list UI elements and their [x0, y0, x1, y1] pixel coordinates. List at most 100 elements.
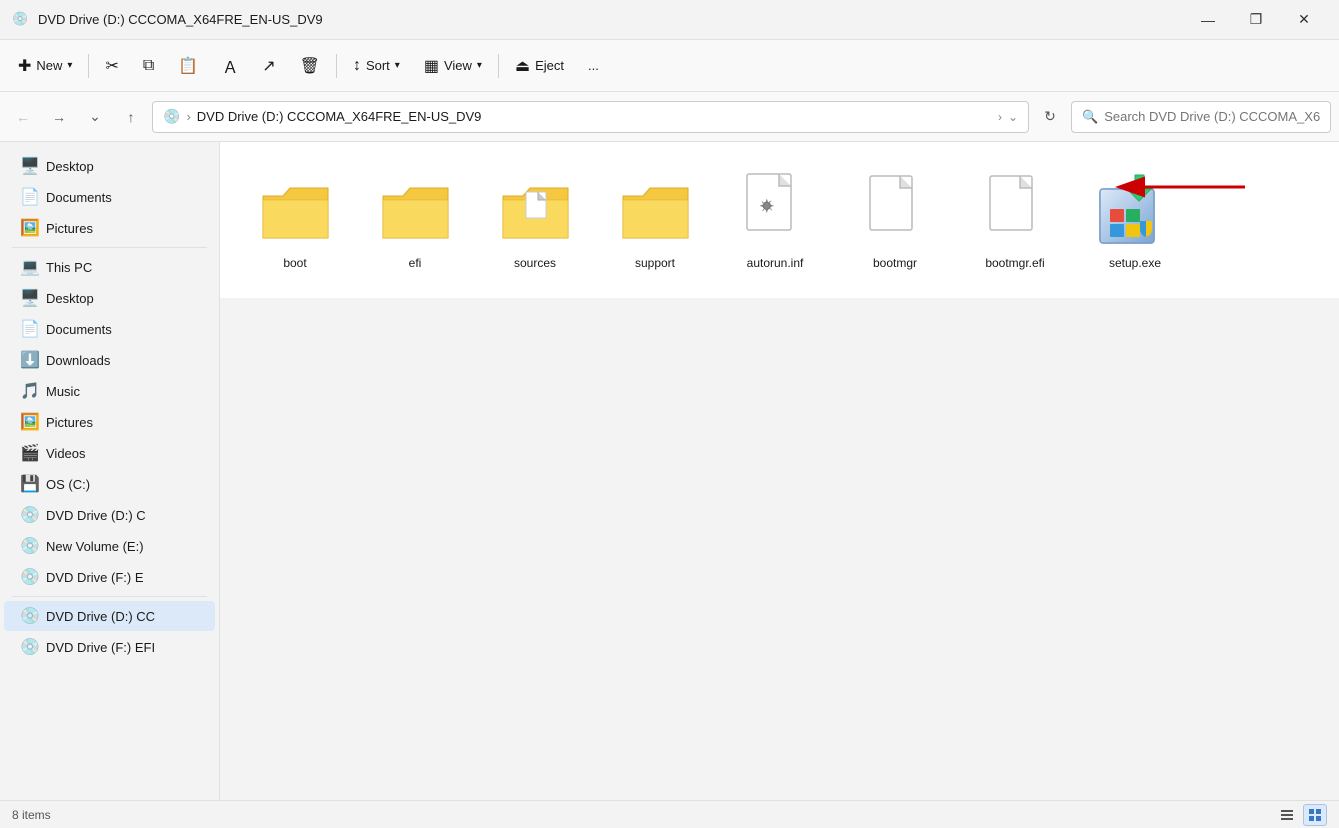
delete-button[interactable]: 🗑 [290, 48, 330, 84]
new-button[interactable]: ✚ New ▾ [8, 48, 82, 84]
sidebar-item-dvd-efi[interactable]: 💿 DVD Drive (F:) EFI [4, 632, 215, 662]
sidebar-item-dvd-f[interactable]: 💿 DVD Drive (F:) E [4, 562, 215, 592]
sort-button[interactable]: ↕ Sort ▾ [343, 48, 410, 84]
sidebar-item-documents-pc[interactable]: 📄 Documents [4, 314, 215, 344]
pictures-icon: 🖼️ [20, 218, 38, 238]
up-button[interactable]: ↑ [116, 102, 146, 132]
item-count: 8 items [12, 808, 51, 822]
boot-folder-icon [255, 170, 335, 250]
eject-button[interactable]: ⏏ Eject [505, 48, 574, 84]
sidebar-item-this-pc[interactable]: 💻 This PC [4, 252, 215, 282]
bootmgr-efi-file-icon [975, 170, 1055, 250]
copy-button[interactable]: ⧉ [133, 48, 164, 84]
sidebar-item-desktop[interactable]: 🖥️ Desktop [4, 151, 215, 181]
setup-file-icon [1095, 170, 1175, 250]
file-item-efi[interactable]: efi [360, 162, 470, 278]
address-path-bar[interactable]: 💿 › DVD Drive (D:) CCCOMA_X64FRE_EN-US_D… [152, 101, 1029, 133]
sidebar-item-documents[interactable]: 📄 Documents [4, 182, 215, 212]
sidebar-label-downloads: Downloads [46, 353, 110, 368]
file-item-sources[interactable]: sources [480, 162, 590, 278]
new-volume-e-icon: 💿 [20, 536, 38, 556]
sidebar-label-this-pc: This PC [46, 260, 92, 275]
support-folder-icon [615, 170, 695, 250]
sidebar-label-dvd-d-selected: DVD Drive (D:) CC [46, 609, 155, 624]
path-text: DVD Drive (D:) CCCOMA_X64FRE_EN-US_DV9 [197, 109, 992, 124]
sidebar-item-os-c[interactable]: 💾 OS (C:) [4, 469, 215, 499]
list-view-button[interactable] [1275, 804, 1299, 826]
sidebar-item-pictures[interactable]: 🖼️ Pictures [4, 213, 215, 243]
cut-button[interactable]: ✂ [95, 48, 128, 84]
new-dropdown-icon: ▾ [67, 60, 72, 71]
sidebar-label-pictures: Pictures [46, 221, 93, 236]
sidebar-label-music: Music [46, 384, 80, 399]
sidebar-label-dvd-f: DVD Drive (F:) E [46, 570, 144, 585]
this-pc-icon: 💻 [20, 257, 38, 277]
file-item-bootmgr-efi[interactable]: bootmgr.efi [960, 162, 1070, 278]
bootmgr-file-icon [855, 170, 935, 250]
list-view-icon [1280, 808, 1294, 822]
search-input[interactable] [1104, 109, 1320, 124]
sidebar-item-videos[interactable]: 🎬 Videos [4, 438, 215, 468]
path-dropdown-icon[interactable]: ⌄ [1008, 110, 1018, 124]
maximize-button[interactable]: ❐ [1233, 4, 1279, 36]
file-item-boot[interactable]: boot [240, 162, 350, 278]
sidebar: 🖥️ Desktop 📄 Documents 🖼️ Pictures 💻 Thi… [0, 142, 220, 800]
grid-view-icon [1308, 808, 1322, 822]
sidebar-label-documents-pc: Documents [46, 322, 112, 337]
path-drive-icon: 💿 [163, 108, 180, 125]
sidebar-item-dvd-d[interactable]: 💿 DVD Drive (D:) C [4, 500, 215, 530]
sidebar-label-pictures-pc: Pictures [46, 415, 93, 430]
dvd-f-icon: 💿 [20, 567, 38, 587]
back-button[interactable]: ← [8, 102, 38, 132]
sources-label: sources [514, 256, 556, 270]
path-separator-1: › [186, 109, 190, 124]
grid-view-button[interactable] [1303, 804, 1327, 826]
main-content: 🖥️ Desktop 📄 Documents 🖼️ Pictures 💻 Thi… [0, 142, 1339, 800]
view-button[interactable]: ▦ View ▾ [414, 48, 492, 84]
toolbar: ✚ New ▾ ✂ ⧉ 📋 Ａ ↗ 🗑 ↕ Sort ▾ ▦ View ▾ ⏏ … [0, 40, 1339, 92]
sidebar-divider-2 [12, 596, 207, 597]
sidebar-label-new-volume-e: New Volume (E:) [46, 539, 144, 554]
bootmgr-efi-label: bootmgr.efi [985, 256, 1044, 270]
documents-pc-icon: 📄 [20, 319, 38, 339]
share-icon: ↗ [262, 56, 275, 76]
music-icon: 🎵 [20, 381, 38, 401]
status-bar: 8 items [0, 800, 1339, 828]
file-item-autorun[interactable]: autorun.inf [720, 162, 830, 278]
sidebar-label-os-c: OS (C:) [46, 477, 90, 492]
copy-icon: ⧉ [143, 57, 154, 75]
window-controls: — ❐ ✕ [1185, 4, 1327, 36]
sidebar-item-desktop-pc[interactable]: 🖥️ Desktop [4, 283, 215, 313]
close-button[interactable]: ✕ [1281, 4, 1327, 36]
search-box[interactable]: 🔍 [1071, 101, 1331, 133]
sidebar-item-new-volume-e[interactable]: 💿 New Volume (E:) [4, 531, 215, 561]
cut-icon: ✂ [105, 56, 118, 76]
file-item-support[interactable]: support [600, 162, 710, 278]
file-item-setup[interactable]: setup.exe [1080, 162, 1190, 278]
pictures-pc-icon: 🖼️ [20, 412, 38, 432]
rename-icon: Ａ [222, 54, 238, 78]
sidebar-item-dvd-d-selected[interactable]: 💿 DVD Drive (D:) CC [4, 601, 215, 631]
file-grid: boot efi [240, 162, 1319, 278]
sidebar-item-pictures-pc[interactable]: 🖼️ Pictures [4, 407, 215, 437]
refresh-button[interactable]: ↻ [1035, 102, 1065, 132]
paste-button[interactable]: 📋 [168, 48, 208, 84]
window-title: DVD Drive (D:) CCCOMA_X64FRE_EN-US_DV9 [38, 12, 323, 27]
more-button[interactable]: ... [578, 48, 609, 84]
file-area: boot efi [220, 142, 1339, 298]
autorun-file-icon [735, 170, 815, 250]
sidebar-item-music[interactable]: 🎵 Music [4, 376, 215, 406]
minimize-button[interactable]: — [1185, 4, 1231, 36]
sort-dropdown-icon: ▾ [395, 60, 400, 71]
dvd-drive-icon: 💿 [12, 11, 30, 29]
setup-label: setup.exe [1109, 256, 1161, 270]
sidebar-item-downloads[interactable]: ⬇️ Downloads [4, 345, 215, 375]
file-item-bootmgr[interactable]: bootmgr [840, 162, 950, 278]
dropdown-nav-button[interactable]: ⌄ [80, 102, 110, 132]
rename-button[interactable]: Ａ [212, 48, 248, 84]
sidebar-label-dvd-efi: DVD Drive (F:) EFI [46, 640, 155, 655]
share-button[interactable]: ↗ [252, 48, 285, 84]
boot-label: boot [283, 256, 306, 270]
toolbar-separator-3 [498, 54, 499, 78]
forward-button[interactable]: → [44, 102, 74, 132]
